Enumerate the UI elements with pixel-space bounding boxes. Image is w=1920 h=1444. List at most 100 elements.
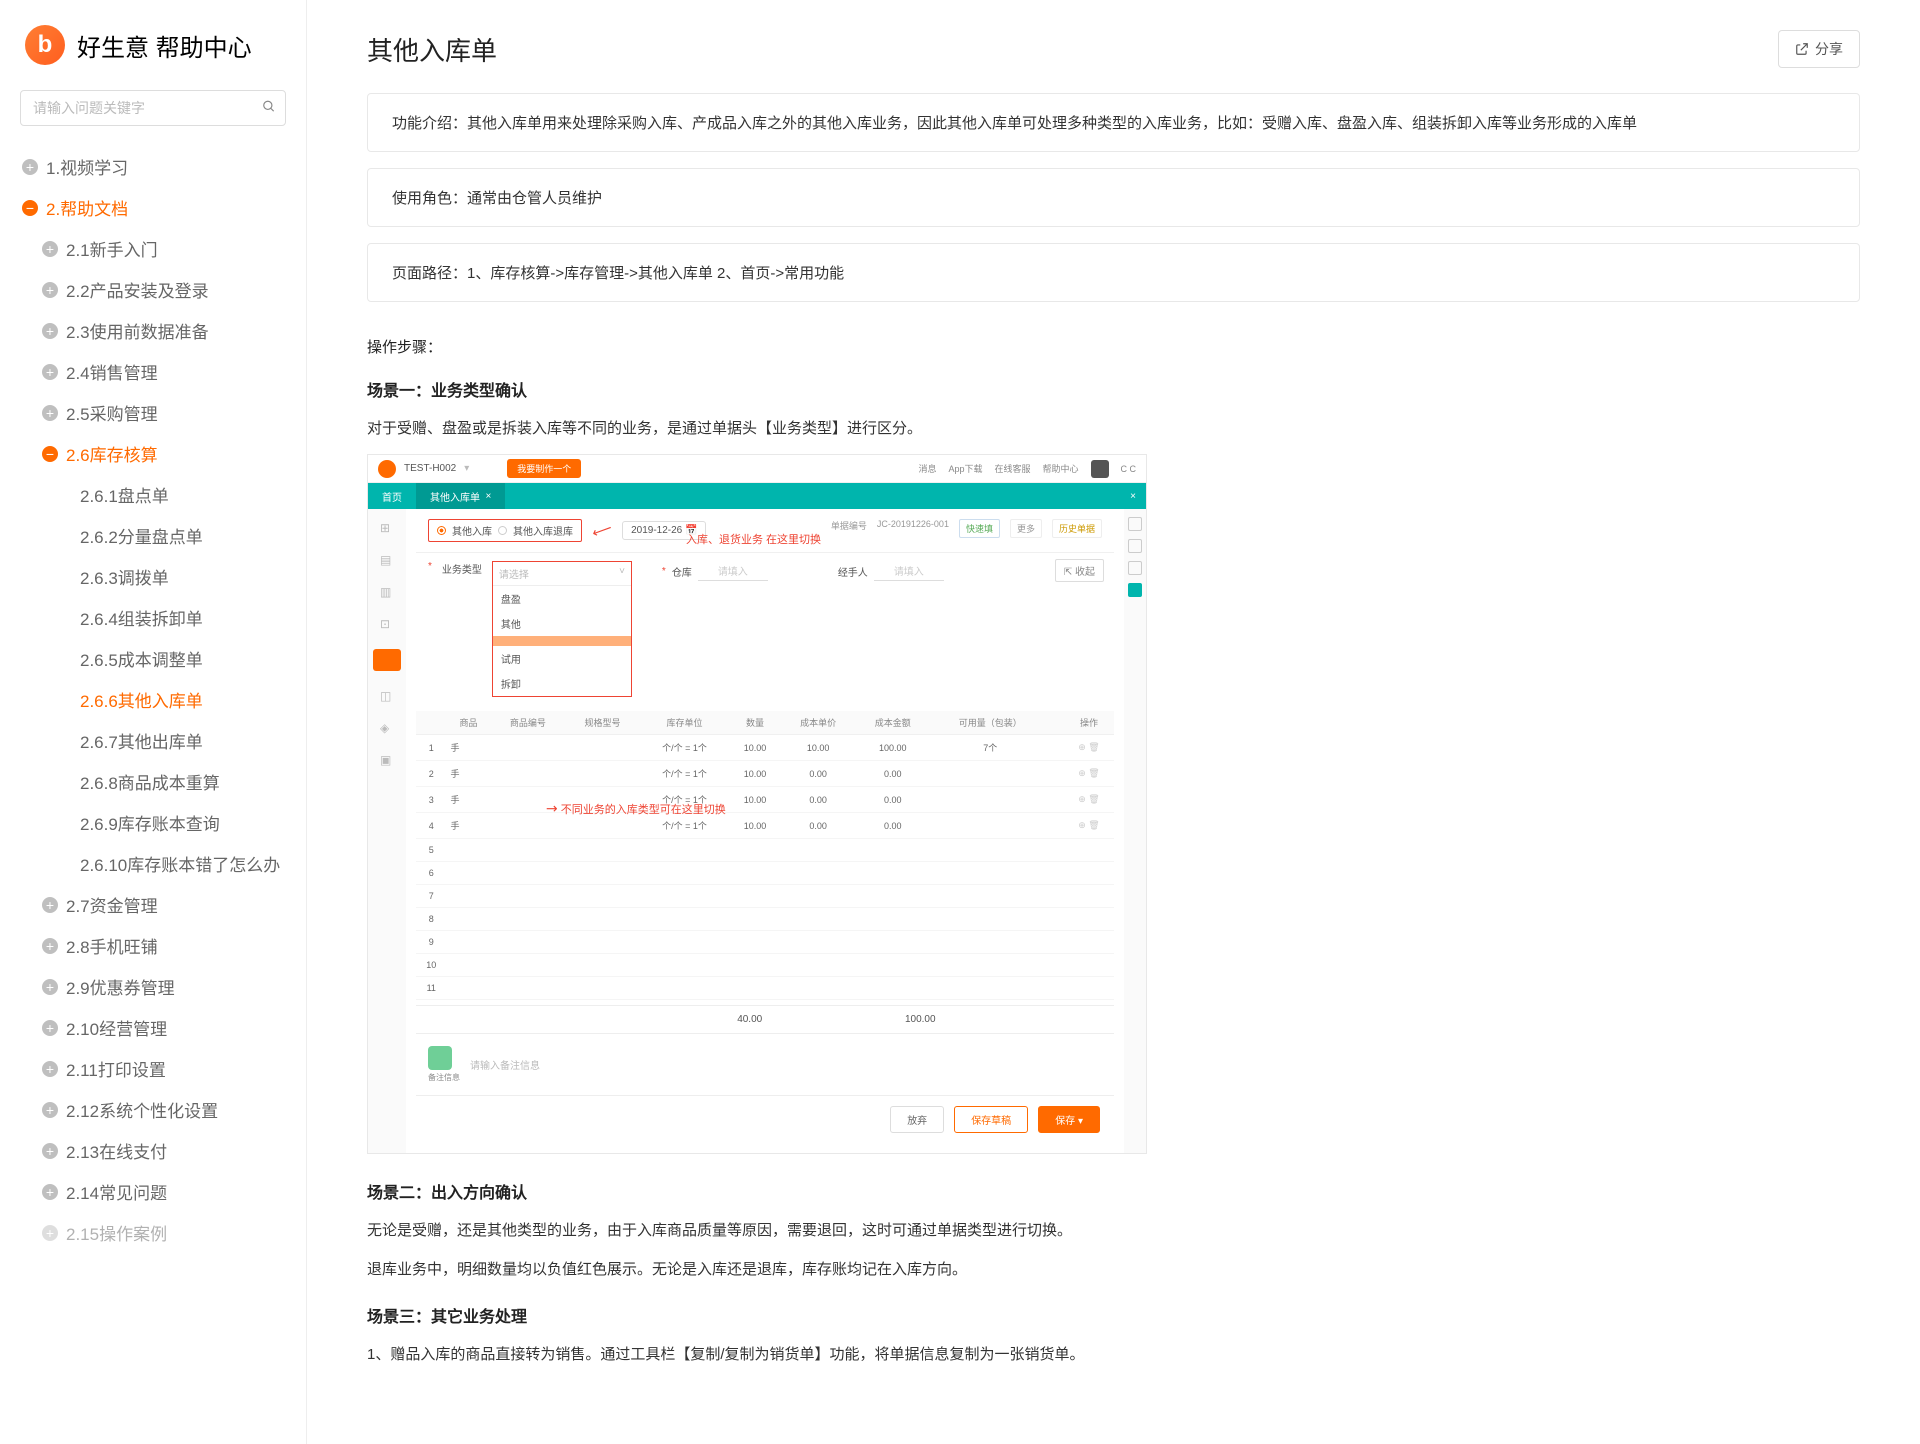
- share-button[interactable]: 分享: [1778, 30, 1860, 68]
- logo-icon: b: [25, 25, 65, 65]
- expand-icon: [42, 1020, 58, 1036]
- nav-2-6[interactable]: 2.6库存核算: [20, 433, 286, 474]
- rail-icon: ⊡: [380, 617, 394, 631]
- intro-text: 其他入库单用来处理除采购入库、产成品入库之外的其他入库业务，因此其他入库单可处理…: [467, 115, 1637, 132]
- avatar-icon: [1091, 460, 1109, 478]
- app-screenshot: TEST-H002 ▾ 我要制作一个 消息 App下载 在线客服 帮助中心 C …: [367, 454, 1147, 1154]
- nav-2-11[interactable]: 2.11打印设置: [20, 1048, 286, 1089]
- biz-dropdown: 请选择˅ 盘盈 其他 试用 拆卸: [492, 561, 632, 697]
- type-toggle-box: 其他入库 其他入库退库: [428, 519, 582, 542]
- rail-icon: ⊞: [380, 521, 394, 535]
- path-text: 1、库存核算->库存管理->其他入库单 2、首页->常用功能: [467, 265, 844, 282]
- rail-icon: ◈: [380, 721, 394, 735]
- remark-icon: [428, 1046, 452, 1070]
- nav-2-6-2[interactable]: 2.6.2分量盘点单: [20, 515, 286, 556]
- logo: b 好生意 帮助中心: [20, 25, 286, 65]
- draft-button: 保存草稿: [954, 1106, 1028, 1133]
- info-path: 页面路径：1、库存核算->库存管理->其他入库单 2、首页->常用功能: [367, 243, 1860, 302]
- shot-tabs: 首页 其他入库单 × ×: [368, 483, 1146, 509]
- shot-tr-4: C C: [1121, 464, 1137, 474]
- content: 其他入库单 分享 功能介绍：其他入库单用来处理除采购入库、产成品入库之外的其他入…: [307, 0, 1920, 1444]
- share-icon: [1795, 42, 1809, 56]
- expand-icon: [42, 1143, 58, 1159]
- nav-help-docs[interactable]: 2.帮助文档: [20, 187, 286, 228]
- nav-2-6-1[interactable]: 2.6.1盘点单: [20, 474, 286, 515]
- nav-2-14[interactable]: 2.14常见问题: [20, 1171, 286, 1212]
- nav-2-6-4[interactable]: 2.6.4组装拆卸单: [20, 597, 286, 638]
- radio-on-icon: [437, 526, 446, 535]
- shot-left-rail: ⊞ ▤ ▥ ⊡ ◫ ◈ ▣: [368, 509, 406, 1153]
- scenario-1-title: 场景一：业务类型确认: [367, 377, 1860, 401]
- nav-2-6-3[interactable]: 2.6.3调拨单: [20, 556, 286, 597]
- nav-2-6-6[interactable]: 2.6.6其他入库单: [20, 679, 286, 720]
- nav-2-9[interactable]: 2.9优惠券管理: [20, 966, 286, 1007]
- scenario-2-title: 场景二：出入方向确认: [367, 1179, 1860, 1203]
- collapse-btn: ⇱ 收起: [1055, 559, 1104, 582]
- nav-2-7[interactable]: 2.7资金管理: [20, 884, 286, 925]
- remark-placeholder: 请输入备注信息: [470, 1057, 1102, 1072]
- rail-icon: [1128, 583, 1142, 597]
- radio-off-icon: [498, 526, 507, 535]
- sidebar: b 好生意 帮助中心 1.视频学习 2.帮助文档 2.1新手入门 2.2产品安装…: [0, 0, 307, 1444]
- expand-icon: [42, 979, 58, 995]
- shot-tr-0: 消息: [918, 462, 936, 475]
- expand-icon: [42, 241, 58, 257]
- nav-2-15[interactable]: 2.15操作案例: [20, 1212, 286, 1253]
- biz-label: 业务类型: [442, 561, 482, 576]
- search-box: [20, 90, 286, 126]
- scenario-3-text1: 1、赠品入库的商品直接转为销售。通过工具栏【复制/复制为销货单】功能，将单据信息…: [367, 1341, 1860, 1368]
- expand-icon: [42, 282, 58, 298]
- nav-2-3[interactable]: 2.3使用前数据准备: [20, 310, 286, 351]
- nav-2-10[interactable]: 2.10经营管理: [20, 1007, 286, 1048]
- discard-button: 放弃: [890, 1106, 944, 1133]
- expand-icon: [42, 1061, 58, 1077]
- shot-tab-home: 首页: [368, 483, 416, 509]
- expand-icon: [42, 1102, 58, 1118]
- rail-icon: ▣: [380, 753, 394, 767]
- annotation-1: 入库、退货业务 在这里切换: [686, 531, 821, 547]
- nav-2-8[interactable]: 2.8手机旺铺: [20, 925, 286, 966]
- scenario-1-text: 对于受赠、盘盈或是拆装入库等不同的业务，是通过单据头【业务类型】进行区分。: [367, 415, 1860, 442]
- nav-2-2[interactable]: 2.2产品安装及登录: [20, 269, 286, 310]
- expand-icon: [42, 364, 58, 380]
- path-label: 页面路径：: [392, 265, 467, 282]
- shot-logo-icon: [378, 460, 396, 478]
- expand-icon: [42, 405, 58, 421]
- collapse-icon: [42, 446, 58, 462]
- shot-code: TEST-H002: [404, 463, 456, 474]
- nav-2-4[interactable]: 2.4销售管理: [20, 351, 286, 392]
- scenario-2-text2: 退库业务中，明细数量均以负值红色展示。无论是入库还是退库，库存账均记在入库方向。: [367, 1256, 1860, 1283]
- arrow-icon: ⟵: [590, 519, 615, 542]
- button-row: 放弃 保存草稿 保存 ▾: [416, 1095, 1114, 1143]
- page-header: 其他入库单 分享: [367, 30, 1860, 68]
- nav-2-13[interactable]: 2.13在线支付: [20, 1130, 286, 1171]
- role-label: 使用角色：: [392, 190, 467, 207]
- expand-icon: [42, 1184, 58, 1200]
- nav-video-learning[interactable]: 1.视频学习: [20, 146, 286, 187]
- logo-text: 好生意 帮助中心: [77, 28, 252, 63]
- search-icon[interactable]: [262, 100, 276, 117]
- nav-2-6-10[interactable]: 2.6.10库存账本错了怎么办: [20, 843, 286, 884]
- rail-icon: ▥: [380, 585, 394, 599]
- shot-top-btn: 我要制作一个: [507, 459, 581, 478]
- nav-2-6-5[interactable]: 2.6.5成本调整单: [20, 638, 286, 679]
- save-button: 保存 ▾: [1038, 1106, 1100, 1133]
- expand-icon: [22, 159, 38, 175]
- nav-2-6-9[interactable]: 2.6.9库存账本查询: [20, 802, 286, 843]
- shot-tr-1: App下载: [948, 462, 982, 475]
- nav-2-6-7[interactable]: 2.6.7其他出库单: [20, 720, 286, 761]
- shot-tabs-close-icon: ×: [1120, 483, 1146, 509]
- nav-2-1[interactable]: 2.1新手入门: [20, 228, 286, 269]
- table-footer: 40.00 100.00: [416, 1005, 1114, 1033]
- nav-tree: 1.视频学习 2.帮助文档 2.1新手入门 2.2产品安装及登录 2.3使用前数…: [20, 146, 286, 1253]
- rail-icon: ▤: [380, 553, 394, 567]
- scenario-3-title: 场景三：其它业务处理: [367, 1303, 1860, 1327]
- annotation-2: ↗ 不同业务的入库类型可在这里切换: [546, 800, 726, 817]
- search-input[interactable]: [20, 90, 286, 126]
- nav-2-6-8[interactable]: 2.6.8商品成本重算: [20, 761, 286, 802]
- shot-tr-2: 在线客服: [994, 462, 1030, 475]
- nav-2-12[interactable]: 2.12系统个性化设置: [20, 1089, 286, 1130]
- nav-2-5[interactable]: 2.5采购管理: [20, 392, 286, 433]
- shot-table: 商品商品编号规格型号库存单位数量成本单价成本金额可用量（包装）操作 1手个/个 …: [416, 711, 1114, 1000]
- rail-icon: [1128, 517, 1142, 531]
